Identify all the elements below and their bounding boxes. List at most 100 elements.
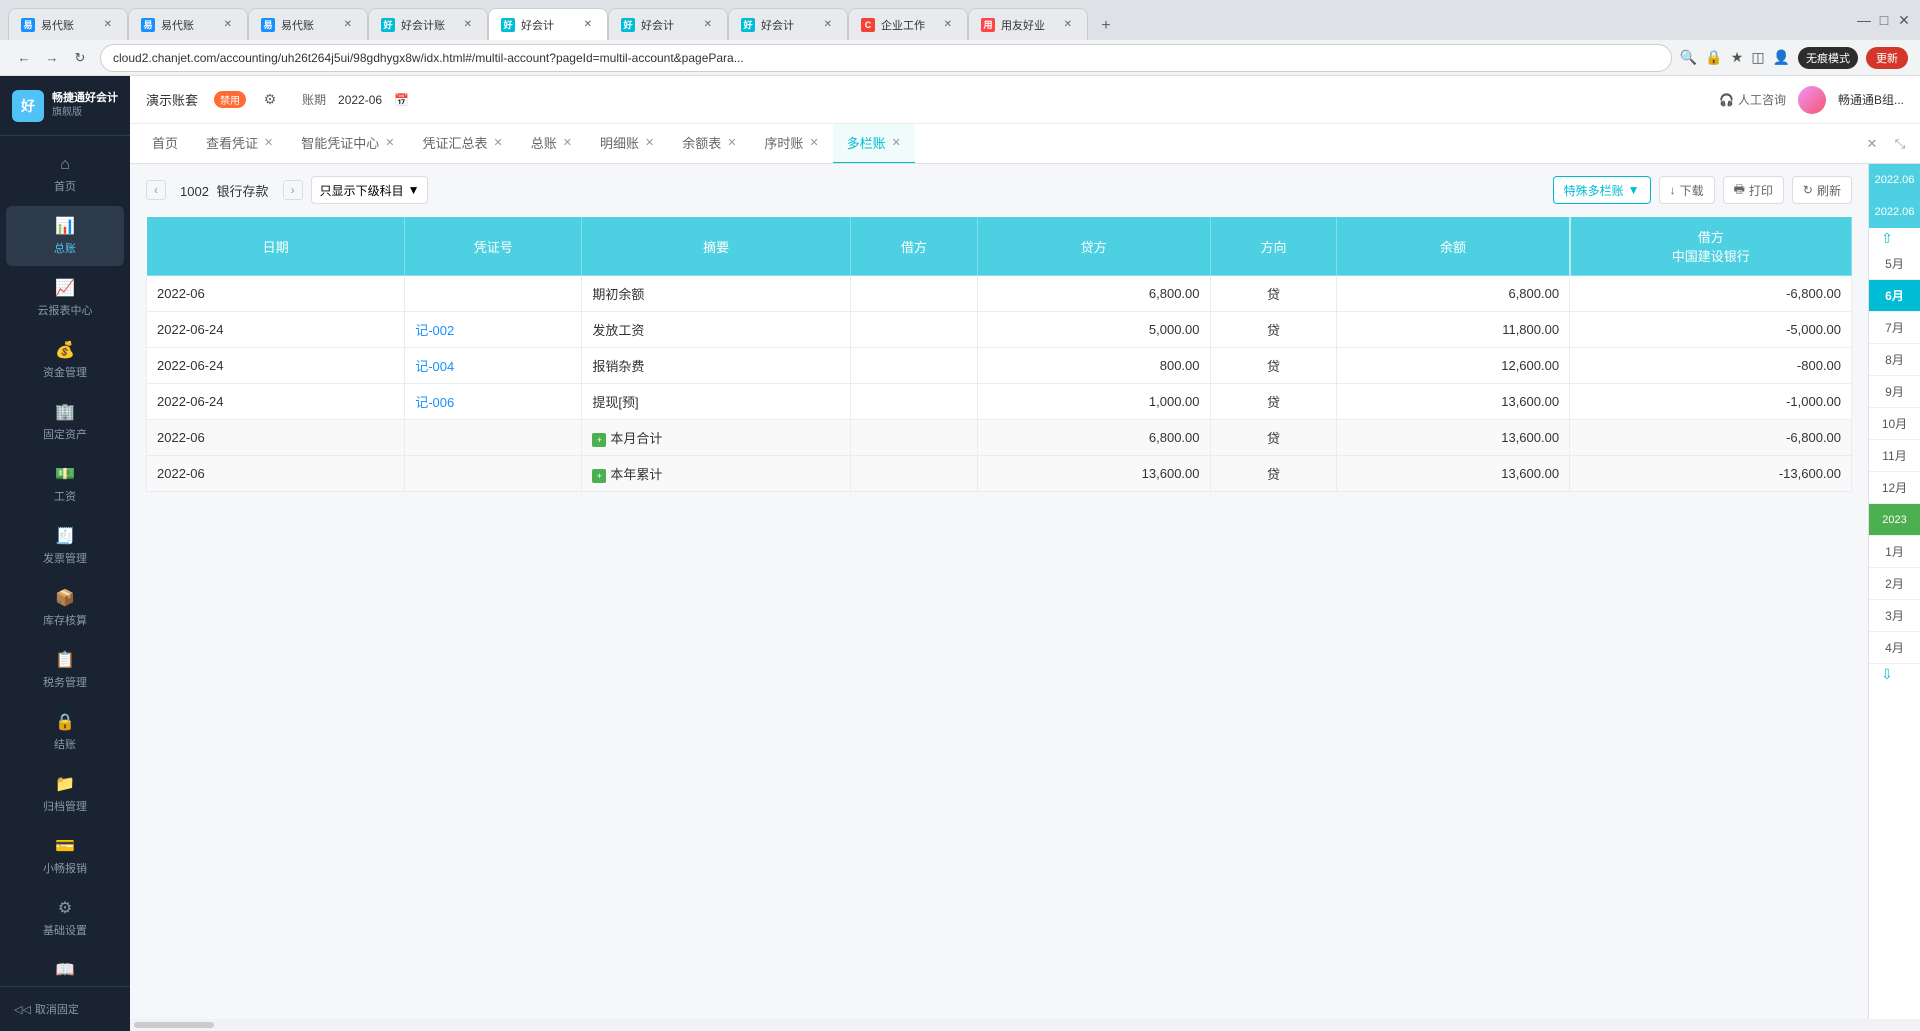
tab-close-2[interactable]: ✕ <box>221 18 235 31</box>
incognito-button[interactable]: 无痕模式 <box>1798 47 1858 69</box>
close-tab-detail[interactable]: ✕ <box>645 136 654 149</box>
scrollbar-thumb[interactable] <box>134 1022 214 1028</box>
sidebar-item-ledger[interactable]: 📊 总账 <box>6 206 124 266</box>
browser-tab-9[interactable]: 用 用友好业 ✕ <box>968 8 1088 40</box>
month-item-8[interactable]: 8月 <box>1869 344 1920 376</box>
tab-detail[interactable]: 明细账 ✕ <box>586 124 668 164</box>
tab-close-7[interactable]: ✕ <box>821 18 835 31</box>
tab-voucher[interactable]: 查看凭证 ✕ <box>192 124 287 164</box>
url-bar[interactable]: cloud2.chanjet.com/accounting/uh26t264j5… <box>100 44 1672 72</box>
sidebar-item-home[interactable]: ⌂ 首页 <box>6 146 124 204</box>
month-item-10[interactable]: 10月 <box>1869 408 1920 440</box>
month-scroll-up[interactable]: ⇧ <box>1869 228 1905 248</box>
close-tab-summary[interactable]: ✕ <box>494 136 503 149</box>
sidebar-item-assets[interactable]: 🏢 固定资产 <box>6 392 124 452</box>
voucher-link[interactable]: 记-004 <box>415 359 454 374</box>
next-account-button[interactable]: › <box>283 180 303 200</box>
month-item-1[interactable]: 1月 <box>1869 536 1920 568</box>
month-item-6[interactable]: 6月 <box>1869 280 1920 312</box>
col-date: 日期 <box>147 217 405 276</box>
sidebar-item-archive[interactable]: 📁 归档管理 <box>6 764 124 824</box>
horizontal-scrollbar[interactable] <box>130 1019 1920 1031</box>
settings-gear-button[interactable]: ⚙ <box>258 88 282 112</box>
sidebar-item-settings[interactable]: ⚙ 基础设置 <box>6 888 124 948</box>
browser-tab-2[interactable]: 易 易代账 ✕ <box>128 8 248 40</box>
month-item-3[interactable]: 3月 <box>1869 600 1920 632</box>
sidebar-item-invoice[interactable]: 🧾 发票管理 <box>6 516 124 576</box>
tab-close-6[interactable]: ✕ <box>701 18 715 31</box>
sidebar-item-reports[interactable]: 📈 云报表中心 <box>6 268 124 328</box>
refresh-button[interactable]: ↻ 刷新 <box>1792 176 1852 204</box>
close-tab-sequence[interactable]: ✕ <box>809 136 818 149</box>
tab-close-9[interactable]: ✕ <box>1061 18 1075 31</box>
close-tab-general[interactable]: ✕ <box>563 136 572 149</box>
sidebar-item-inventory[interactable]: 📦 库存核算 <box>6 578 124 638</box>
close-tab-smart[interactable]: ✕ <box>385 136 394 149</box>
tab-close-1[interactable]: ✕ <box>101 18 115 31</box>
filter-select[interactable]: 只显示下级科目 ▼ <box>311 176 429 204</box>
month-item-4[interactable]: 4月 <box>1869 632 1920 664</box>
tab-close-3[interactable]: ✕ <box>341 18 355 31</box>
tab-general[interactable]: 总账 ✕ <box>517 124 586 164</box>
sidebar-label-ledger: 总账 <box>54 240 76 256</box>
sidebar-item-funds[interactable]: 💰 资金管理 <box>6 330 124 390</box>
sidebar-item-guide[interactable]: 📖 新手引导 <box>6 950 124 986</box>
profile-icon[interactable]: 👤 <box>1773 49 1790 66</box>
close-window-button[interactable]: ✕ <box>1896 12 1912 28</box>
download-button[interactable]: ↓ 下载 <box>1659 176 1715 204</box>
new-tab-button[interactable]: + <box>1092 12 1120 40</box>
tab-summary[interactable]: 凭证汇总表 ✕ <box>408 124 516 164</box>
month-item-5[interactable]: 5月 <box>1869 248 1920 280</box>
cell-credit: 5,000.00 <box>977 312 1210 348</box>
tab-multi[interactable]: 多栏账 ✕ <box>833 124 915 164</box>
close-tab-voucher[interactable]: ✕ <box>264 136 273 149</box>
browser-tab-7[interactable]: 好 好会计 ✕ <box>728 8 848 40</box>
sidebar-item-close[interactable]: 🔒 结账 <box>6 702 124 762</box>
help-button[interactable]: 🎧 人工咨询 <box>1719 91 1786 108</box>
minimize-button[interactable]: ― <box>1856 12 1872 28</box>
browser-tab-6[interactable]: 好 好会计 ✕ <box>608 8 728 40</box>
tab-close-5[interactable]: ✕ <box>581 18 595 31</box>
browser-tab-1[interactable]: 易 易代账 ✕ <box>8 8 128 40</box>
close-panel-button[interactable]: ✕ <box>1860 132 1884 156</box>
tab-close-4[interactable]: ✕ <box>461 18 475 31</box>
search-icon[interactable]: 🔍 <box>1680 49 1697 66</box>
close-tab-multi[interactable]: ✕ <box>892 136 901 149</box>
sidebar-item-expense[interactable]: 💳 小畅报销 <box>6 826 124 886</box>
cell-credit: 1,000.00 <box>977 384 1210 420</box>
tab-smart[interactable]: 智能凭证中心 ✕ <box>287 124 408 164</box>
update-button[interactable]: 更新 <box>1866 47 1908 69</box>
month-scroll-down[interactable]: ⇩ <box>1869 664 1905 684</box>
special-multi-button[interactable]: 特殊多栏账 ▼ <box>1553 176 1651 204</box>
reload-button[interactable]: ↻ <box>68 46 92 70</box>
voucher-link[interactable]: 记-002 <box>415 323 454 338</box>
unpin-button[interactable]: ◁◁ 取消固定 <box>8 995 122 1023</box>
month-item-9[interactable]: 9月 <box>1869 376 1920 408</box>
month-item-12[interactable]: 12月 <box>1869 472 1920 504</box>
tab-balance[interactable]: 余额表 ✕ <box>668 124 750 164</box>
user-avatar[interactable] <box>1798 86 1826 114</box>
tab-sequence[interactable]: 序时账 ✕ <box>750 124 832 164</box>
sidebar-item-salary[interactable]: 💵 工资 <box>6 454 124 514</box>
bookmark-icon[interactable]: ★ <box>1731 49 1744 66</box>
print-button[interactable]: 🖶 打印 <box>1723 176 1784 204</box>
forward-button[interactable]: → <box>40 46 64 70</box>
expand-panel-button[interactable]: ⤡ <box>1888 132 1912 156</box>
tab-home[interactable]: 首页 <box>138 124 192 164</box>
month-item-2[interactable]: 2月 <box>1869 568 1920 600</box>
month-item-7[interactable]: 7月 <box>1869 312 1920 344</box>
browser-tab-5[interactable]: 好 好会计 ✕ <box>488 8 608 40</box>
voucher-link[interactable]: 记-006 <box>415 395 454 410</box>
browser-tab-4[interactable]: 好 好会计账 ✕ <box>368 8 488 40</box>
browser-tab-3[interactable]: 易 易代账 ✕ <box>248 8 368 40</box>
split-view-icon[interactable]: ◫ <box>1751 49 1764 66</box>
close-tab-balance[interactable]: ✕ <box>727 136 736 149</box>
prev-account-button[interactable]: ‹ <box>146 180 166 200</box>
month-item-11[interactable]: 11月 <box>1869 440 1920 472</box>
browser-tab-8[interactable]: C 企业工作 ✕ <box>848 8 968 40</box>
back-button[interactable]: ← <box>12 46 36 70</box>
tab-close-8[interactable]: ✕ <box>941 18 955 31</box>
calendar-icon[interactable]: 📅 <box>394 93 409 107</box>
sidebar-item-tax[interactable]: 📋 税务管理 <box>6 640 124 700</box>
restore-button[interactable]: □ <box>1876 12 1892 28</box>
